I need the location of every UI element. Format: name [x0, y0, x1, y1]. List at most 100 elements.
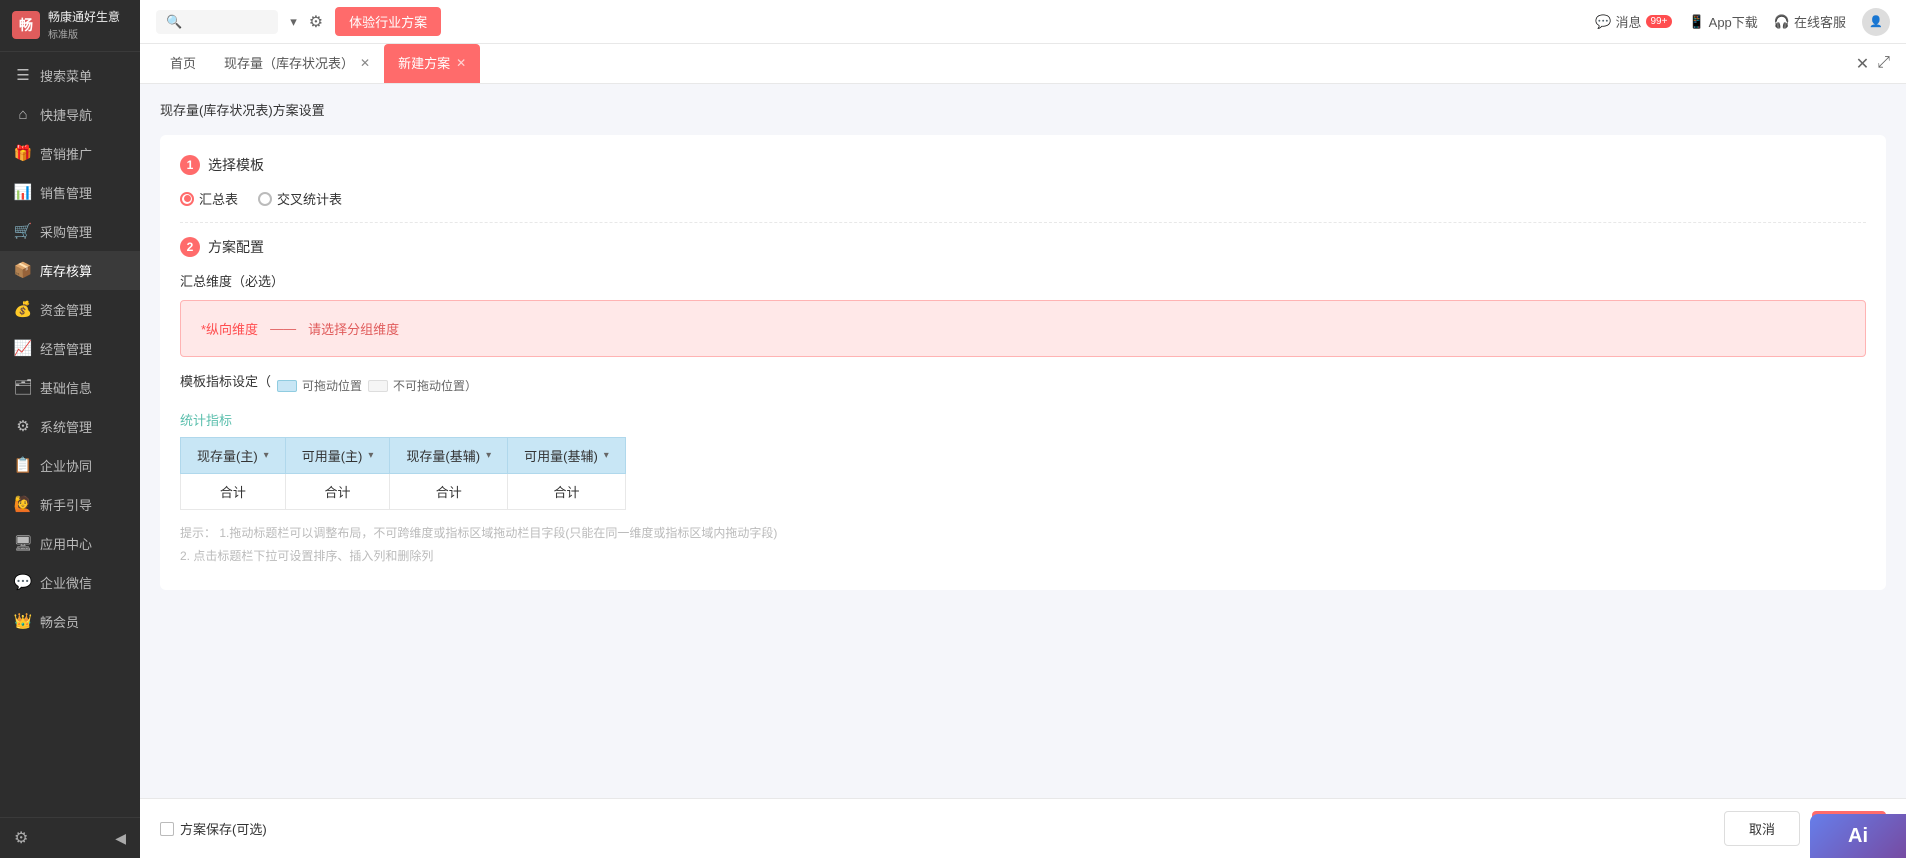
radio-summary[interactable]: 汇总表 — [180, 189, 238, 208]
tip-1: 提示： 1.拖动标题栏可以调整布局，不可跨维度或指标区域拖动栏目字段(只能在同一… — [180, 524, 1866, 543]
sidebar-item-system[interactable]: ⚙ 系统管理 — [0, 407, 140, 446]
col-header-2[interactable]: 现存量(基辅) ▾ — [390, 438, 508, 474]
tab-home[interactable]: 首页 — [156, 44, 210, 83]
col-header-1[interactable]: 可用量(主) ▾ — [285, 438, 390, 474]
message-badge: 99+ — [1646, 15, 1673, 28]
save-option[interactable]: 方案保存(可选) — [160, 819, 267, 838]
radio-cross[interactable]: 交叉统计表 — [258, 189, 342, 208]
tab-new-plan-label: 新建方案 — [398, 53, 450, 72]
message-btn[interactable]: 💬 消息 99+ — [1595, 12, 1672, 31]
save-checkbox[interactable] — [160, 822, 174, 836]
user-avatar[interactable]: 👤 — [1862, 8, 1890, 36]
wechat-icon: 💬 — [14, 573, 32, 591]
sidebar-item-search-menu[interactable]: ☰ 搜索菜单 — [0, 56, 140, 95]
step1-number: 1 — [180, 155, 200, 175]
dimension-row: *纵向维度 —— 请选择分组维度 — [201, 319, 1845, 338]
experience-btn[interactable]: 体验行业方案 — [335, 7, 441, 36]
step2-title: 方案配置 — [208, 237, 264, 257]
collapse-icon[interactable]: ◀ — [115, 830, 126, 847]
sidebar-item-label: 资金管理 — [40, 300, 92, 319]
tab-new-plan[interactable]: 新建方案 ✕ — [384, 44, 480, 83]
sidebar: 畅 畅康通好生意 标准版 ☰ 搜索菜单 ⌂ 快捷导航 🎁 营销推广 📊 销售管理… — [0, 0, 140, 858]
sidebar-menu: ☰ 搜索菜单 ⌂ 快捷导航 🎁 营销推广 📊 销售管理 🛒 采购管理 📦 库存核… — [0, 52, 140, 817]
sidebar-item-app-center[interactable]: 🖥 应用中心 — [0, 524, 140, 563]
tab-new-plan-close[interactable]: ✕ — [456, 56, 466, 70]
sidebar-item-label: 经营管理 — [40, 339, 92, 358]
marketing-icon: 🎁 — [14, 144, 32, 162]
cancel-button[interactable]: 取消 — [1724, 811, 1800, 846]
sidebar-item-basic-info[interactable]: 🗂 基础信息 — [0, 368, 140, 407]
search-input[interactable] — [188, 15, 268, 29]
sidebar-item-wechat[interactable]: 💬 企业微信 — [0, 563, 140, 602]
sidebar-item-marketing[interactable]: 🎁 营销推广 — [0, 134, 140, 173]
stats-table: 现存量(主) ▾ 可用量(主) ▾ 现存量(基辅 — [180, 437, 626, 510]
stats-label: 统计指标 — [180, 410, 1866, 429]
col-1-label: 可用量(主) — [302, 446, 363, 465]
sidebar-item-label: 营销推广 — [40, 144, 92, 163]
dimension-placeholder: 请选择分组维度 — [308, 319, 399, 338]
step2-header: 2 方案配置 — [180, 237, 1866, 257]
cell-0: 合计 — [181, 474, 286, 510]
sidebar-item-finance[interactable]: 💰 资金管理 — [0, 290, 140, 329]
enterprise-icon: 📋 — [14, 456, 32, 474]
radio-cross-label: 交叉统计表 — [277, 189, 342, 208]
col-3-chevron[interactable]: ▾ — [604, 450, 609, 461]
online-service-btn[interactable]: 🎧 在线客服 — [1774, 12, 1846, 31]
ai-label: Ai — [1848, 825, 1868, 848]
content-area: 现存量(库存状况表)方案设置 1 选择模板 汇总表 交叉统计表 2 — [140, 84, 1906, 798]
radio-summary-circle[interactable] — [180, 192, 194, 206]
tip-2: 2. 点击标题栏下拉可设置排序、插入列和删除列 — [180, 547, 1866, 566]
footer-bar: 方案保存(可选) 取消 查询 — [140, 798, 1906, 858]
sidebar-item-guide[interactable]: 🙋 新手引导 — [0, 485, 140, 524]
sidebar-item-quick-nav[interactable]: ⌂ 快捷导航 — [0, 95, 140, 134]
system-icon: ⚙ — [14, 417, 32, 435]
col-2-label: 现存量(基辅) — [406, 446, 480, 465]
col-2-chevron[interactable]: ▾ — [486, 450, 491, 461]
search-box[interactable]: 🔍 — [156, 10, 278, 34]
settings-icon[interactable]: ⚙ — [14, 828, 28, 848]
col-0-chevron[interactable]: ▾ — [264, 450, 269, 461]
dropdown-icon[interactable]: ▾ — [290, 14, 297, 30]
save-label: 方案保存(可选) — [180, 819, 267, 838]
sidebar-item-purchase[interactable]: 🛒 采购管理 — [0, 212, 140, 251]
step1-title: 选择模板 — [208, 155, 264, 175]
indicator-row: 模板指标设定（ 可拖动位置 不可拖动位置） — [180, 371, 1866, 400]
col-header-0[interactable]: 现存量(主) ▾ — [181, 438, 286, 474]
sidebar-item-member[interactable]: 👑 畅会员 — [0, 602, 140, 641]
app-download-label: App下载 — [1709, 12, 1758, 31]
tab-inventory[interactable]: 现存量（库存状况表） ✕ — [210, 44, 384, 83]
step2-number: 2 — [180, 237, 200, 257]
radio-cross-circle[interactable] — [258, 192, 272, 206]
sidebar-item-operation[interactable]: 📈 经营管理 — [0, 329, 140, 368]
col-1-chevron[interactable]: ▾ — [368, 450, 373, 461]
close-btn[interactable]: ✕ — [1856, 54, 1869, 74]
sidebar-item-label: 基础信息 — [40, 378, 92, 397]
tab-inventory-close[interactable]: ✕ — [360, 56, 370, 70]
tab-inventory-label: 现存量（库存状况表） — [224, 53, 354, 72]
member-icon: 👑 — [14, 612, 32, 630]
col-header-3[interactable]: 可用量(基辅) ▾ — [508, 438, 626, 474]
sidebar-item-sales[interactable]: 📊 销售管理 — [0, 173, 140, 212]
radio-summary-label: 汇总表 — [199, 189, 238, 208]
dimension-label: 汇总维度（必选） — [180, 271, 1866, 290]
topbar: 🔍 ▾ ⚙ 体验行业方案 💬 消息 99+ 📱 App下载 🎧 在线客服 👤 — [140, 0, 1906, 44]
sidebar-item-label: 快捷导航 — [40, 105, 92, 124]
operation-icon: 📈 — [14, 339, 32, 357]
app-download-btn[interactable]: 📱 App下载 — [1688, 12, 1757, 31]
draggable-box — [277, 380, 297, 392]
purchase-icon: 🛒 — [14, 222, 32, 240]
sidebar-item-label: 销售管理 — [40, 183, 92, 202]
non-draggable-box — [368, 380, 388, 392]
search-icon: 🔍 — [166, 14, 182, 30]
gear-icon[interactable]: ⚙ — [309, 12, 323, 32]
quick-nav-icon: ⌂ — [14, 105, 32, 123]
expand-btn[interactable]: ⤢ — [1877, 54, 1890, 74]
ai-badge[interactable]: Ai — [1810, 814, 1906, 858]
sidebar-item-label: 系统管理 — [40, 417, 92, 436]
legend-non-draggable-label: 不可拖动位置） — [393, 377, 477, 394]
sidebar-item-enterprise[interactable]: 📋 企业协同 — [0, 446, 140, 485]
finance-icon: 💰 — [14, 300, 32, 318]
settings-section: 1 选择模板 汇总表 交叉统计表 2 方案配置 汇总维度（必选） — [160, 135, 1886, 590]
download-icon: 📱 — [1688, 14, 1704, 30]
sidebar-item-inventory[interactable]: 📦 库存核算 — [0, 251, 140, 290]
